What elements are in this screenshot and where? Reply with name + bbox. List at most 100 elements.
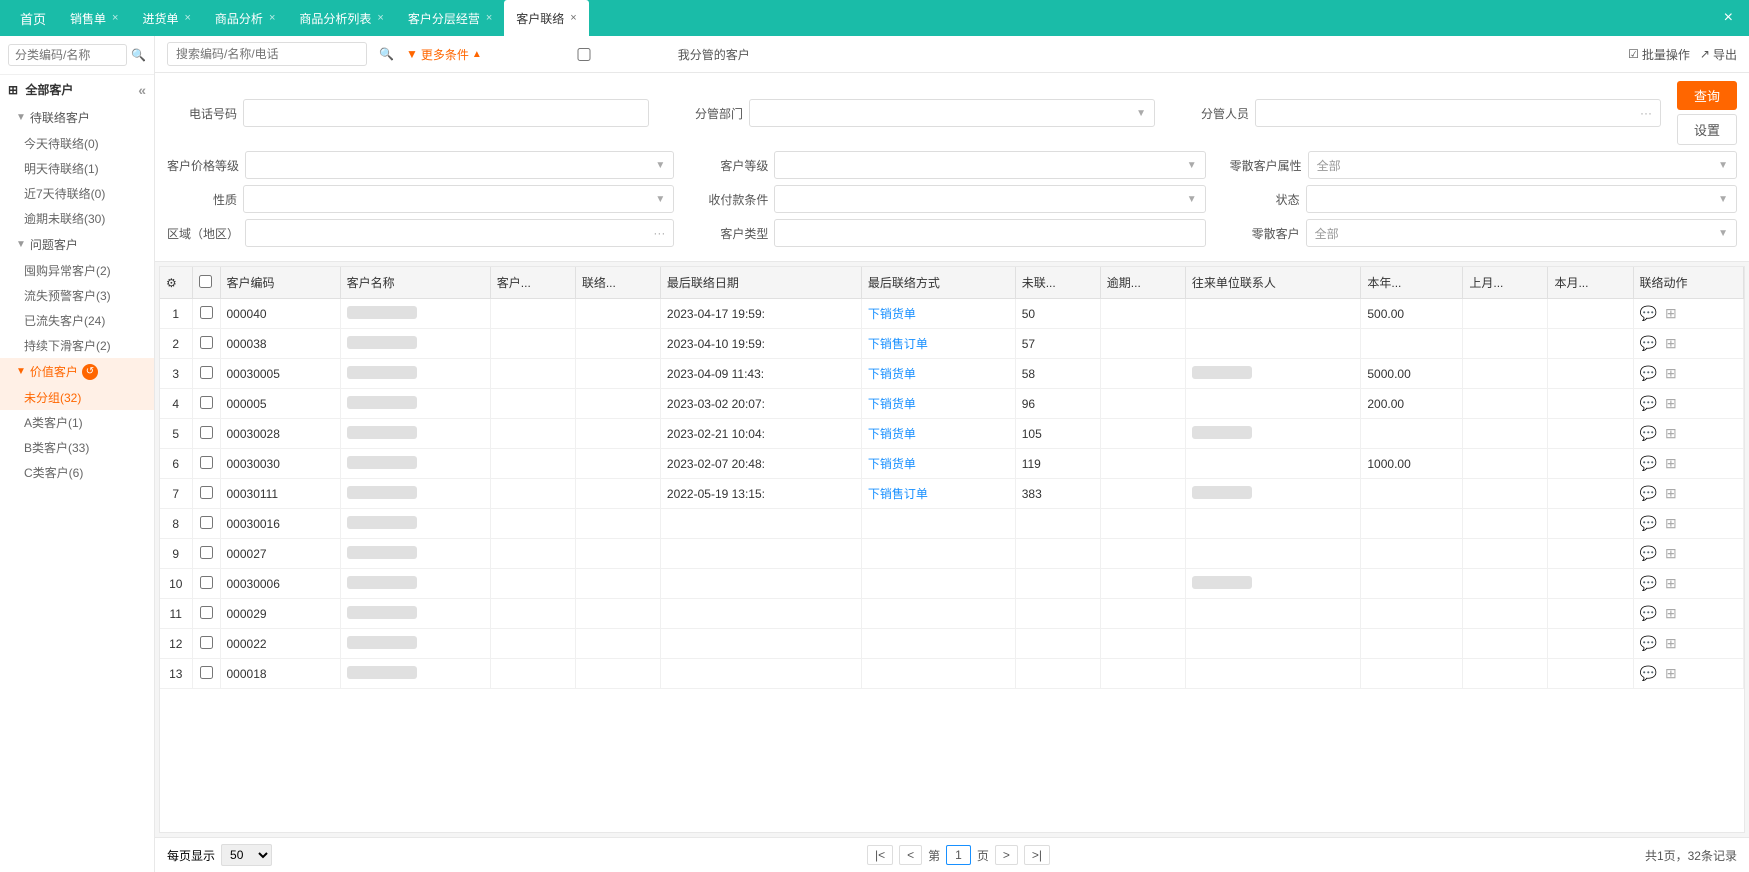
nav-home[interactable]: 首页 [8, 0, 58, 36]
row-checkbox-cell[interactable] [192, 449, 220, 479]
row-checkbox[interactable] [200, 546, 213, 559]
close-all-button[interactable]: × [1716, 9, 1741, 27]
grid-icon[interactable]: ⊞ [1665, 545, 1677, 562]
nav-tab-customer-tier[interactable]: 客户分层经营 × [396, 0, 504, 36]
sidebar-item-overdue[interactable]: 逾期未联络(30) [0, 206, 154, 231]
close-icon[interactable]: × [377, 12, 383, 24]
region-input[interactable]: ··· [245, 219, 674, 247]
chat-icon[interactable]: 💬 [1640, 575, 1657, 592]
row-checkbox-cell[interactable] [192, 509, 220, 539]
chat-icon[interactable]: 💬 [1640, 665, 1657, 682]
last-method-link[interactable]: 下销售订单 [868, 337, 928, 351]
row-checkbox[interactable] [200, 636, 213, 649]
nature-select[interactable]: ▼ [243, 185, 674, 213]
close-icon[interactable]: × [269, 12, 275, 24]
nav-tab-product-analysis[interactable]: 商品分析 × [203, 0, 287, 36]
grid-icon[interactable]: ⊞ [1665, 335, 1677, 352]
sparse-customer-select[interactable]: 全部 ▼ [1306, 219, 1737, 247]
grid-icon[interactable]: ⊞ [1665, 635, 1677, 652]
row-checkbox-cell[interactable] [192, 629, 220, 659]
last-method-link[interactable]: 下销货单 [868, 397, 916, 411]
row-checkbox[interactable] [200, 486, 213, 499]
sparse-attr-select[interactable]: 全部 ▼ [1308, 151, 1737, 179]
row-checkbox-cell[interactable] [192, 659, 220, 689]
row-checkbox-cell[interactable] [192, 599, 220, 629]
all-customers-header[interactable]: ⊞ 全部客户 « [0, 75, 154, 104]
refresh-icon[interactable]: ↺ [82, 364, 98, 380]
row-checkbox-cell[interactable] [192, 389, 220, 419]
close-icon[interactable]: × [184, 12, 190, 24]
customer-type-input[interactable] [774, 219, 1205, 247]
close-icon[interactable]: × [486, 12, 492, 24]
grid-icon[interactable]: ⊞ [1665, 665, 1677, 682]
sidebar-group-waiting[interactable]: ▼ 待联络客户 [0, 104, 154, 131]
more-conditions-button[interactable]: ▼ 更多条件 ▲ [406, 46, 482, 63]
th-settings[interactable]: ⚙ [160, 267, 192, 299]
last-method-link[interactable]: 下销货单 [868, 367, 916, 381]
nav-tab-sales[interactable]: 销售单 × [58, 0, 130, 36]
row-checkbox[interactable] [200, 576, 213, 589]
per-page-select[interactable]: 50 100 200 [221, 844, 272, 866]
chat-icon[interactable]: 💬 [1640, 605, 1657, 622]
first-page-button[interactable]: |< [867, 845, 893, 865]
status-select[interactable]: ▼ [1306, 185, 1737, 213]
customer-level-select[interactable]: ▼ [774, 151, 1205, 179]
chat-icon[interactable]: 💬 [1640, 335, 1657, 352]
row-checkbox[interactable] [200, 456, 213, 469]
row-checkbox-cell[interactable] [192, 539, 220, 569]
row-checkbox-cell[interactable] [192, 569, 220, 599]
next-page-button[interactable]: > [995, 845, 1018, 865]
sidebar-item-class-b[interactable]: B类客户(33) [0, 435, 154, 460]
row-checkbox-cell[interactable] [192, 329, 220, 359]
chat-icon[interactable]: 💬 [1640, 545, 1657, 562]
row-checkbox-cell[interactable] [192, 419, 220, 449]
prev-page-button[interactable]: < [899, 845, 922, 865]
chat-icon[interactable]: 💬 [1640, 485, 1657, 502]
row-checkbox[interactable] [200, 366, 213, 379]
sidebar-item-class-c[interactable]: C类客户(6) [0, 460, 154, 485]
row-checkbox-cell[interactable] [192, 299, 220, 329]
row-checkbox[interactable] [200, 606, 213, 619]
close-icon[interactable]: × [112, 12, 118, 24]
grid-icon[interactable]: ⊞ [1665, 365, 1677, 382]
close-icon[interactable]: × [570, 12, 576, 24]
nav-tab-customer-contact[interactable]: 客户联络 × [504, 0, 588, 36]
sidebar-item-hoarding[interactable]: 囤购异常客户(2) [0, 258, 154, 283]
batch-operation-button[interactable]: ☑ 批量操作 [1628, 46, 1690, 63]
chat-icon[interactable]: 💬 [1640, 635, 1657, 652]
chat-icon[interactable]: 💬 [1640, 515, 1657, 532]
grid-icon[interactable]: ⊞ [1665, 485, 1677, 502]
sidebar-group-value[interactable]: ▼ 价值客户 ↺ [0, 358, 154, 385]
grid-icon[interactable]: ⊞ [1665, 575, 1677, 592]
phone-input[interactable] [243, 99, 649, 127]
row-checkbox[interactable] [200, 426, 213, 439]
grid-icon[interactable]: ⊞ [1665, 515, 1677, 532]
sidebar-item-churn-warning[interactable]: 流失预警客户(3) [0, 283, 154, 308]
search-submit-icon[interactable]: 🔍 [379, 47, 394, 61]
person-input[interactable]: ··· [1255, 99, 1661, 127]
sidebar-item-7days[interactable]: 近7天待联络(0) [0, 181, 154, 206]
chat-icon[interactable]: 💬 [1640, 395, 1657, 412]
sidebar-item-class-a[interactable]: A类客户(1) [0, 410, 154, 435]
row-checkbox[interactable] [200, 666, 213, 679]
grid-icon[interactable]: ⊞ [1665, 305, 1677, 322]
nav-tab-product-analysis-list[interactable]: 商品分析列表 × [287, 0, 395, 36]
my-customers-checkbox[interactable] [494, 48, 674, 61]
sidebar-item-declining[interactable]: 持续下滑客户(2) [0, 333, 154, 358]
chat-icon[interactable]: 💬 [1640, 365, 1657, 382]
th-checkbox[interactable] [192, 267, 220, 299]
chat-icon[interactable]: 💬 [1640, 455, 1657, 472]
chat-icon[interactable]: 💬 [1640, 425, 1657, 442]
row-checkbox[interactable] [200, 396, 213, 409]
sidebar-item-ungrouped[interactable]: 未分组(32) [0, 385, 154, 410]
query-button[interactable]: 查询 [1677, 81, 1737, 110]
last-method-link[interactable]: 下销货单 [868, 457, 916, 471]
export-button[interactable]: ↗ 导出 [1700, 46, 1737, 63]
select-all-checkbox[interactable] [199, 275, 212, 288]
chat-icon[interactable]: 💬 [1640, 305, 1657, 322]
sidebar-item-churned[interactable]: 已流失客户(24) [0, 308, 154, 333]
sidebar-item-tomorrow[interactable]: 明天待联络(1) [0, 156, 154, 181]
nav-tab-purchase[interactable]: 进货单 × [130, 0, 202, 36]
row-checkbox-cell[interactable] [192, 479, 220, 509]
grid-icon[interactable]: ⊞ [1665, 425, 1677, 442]
